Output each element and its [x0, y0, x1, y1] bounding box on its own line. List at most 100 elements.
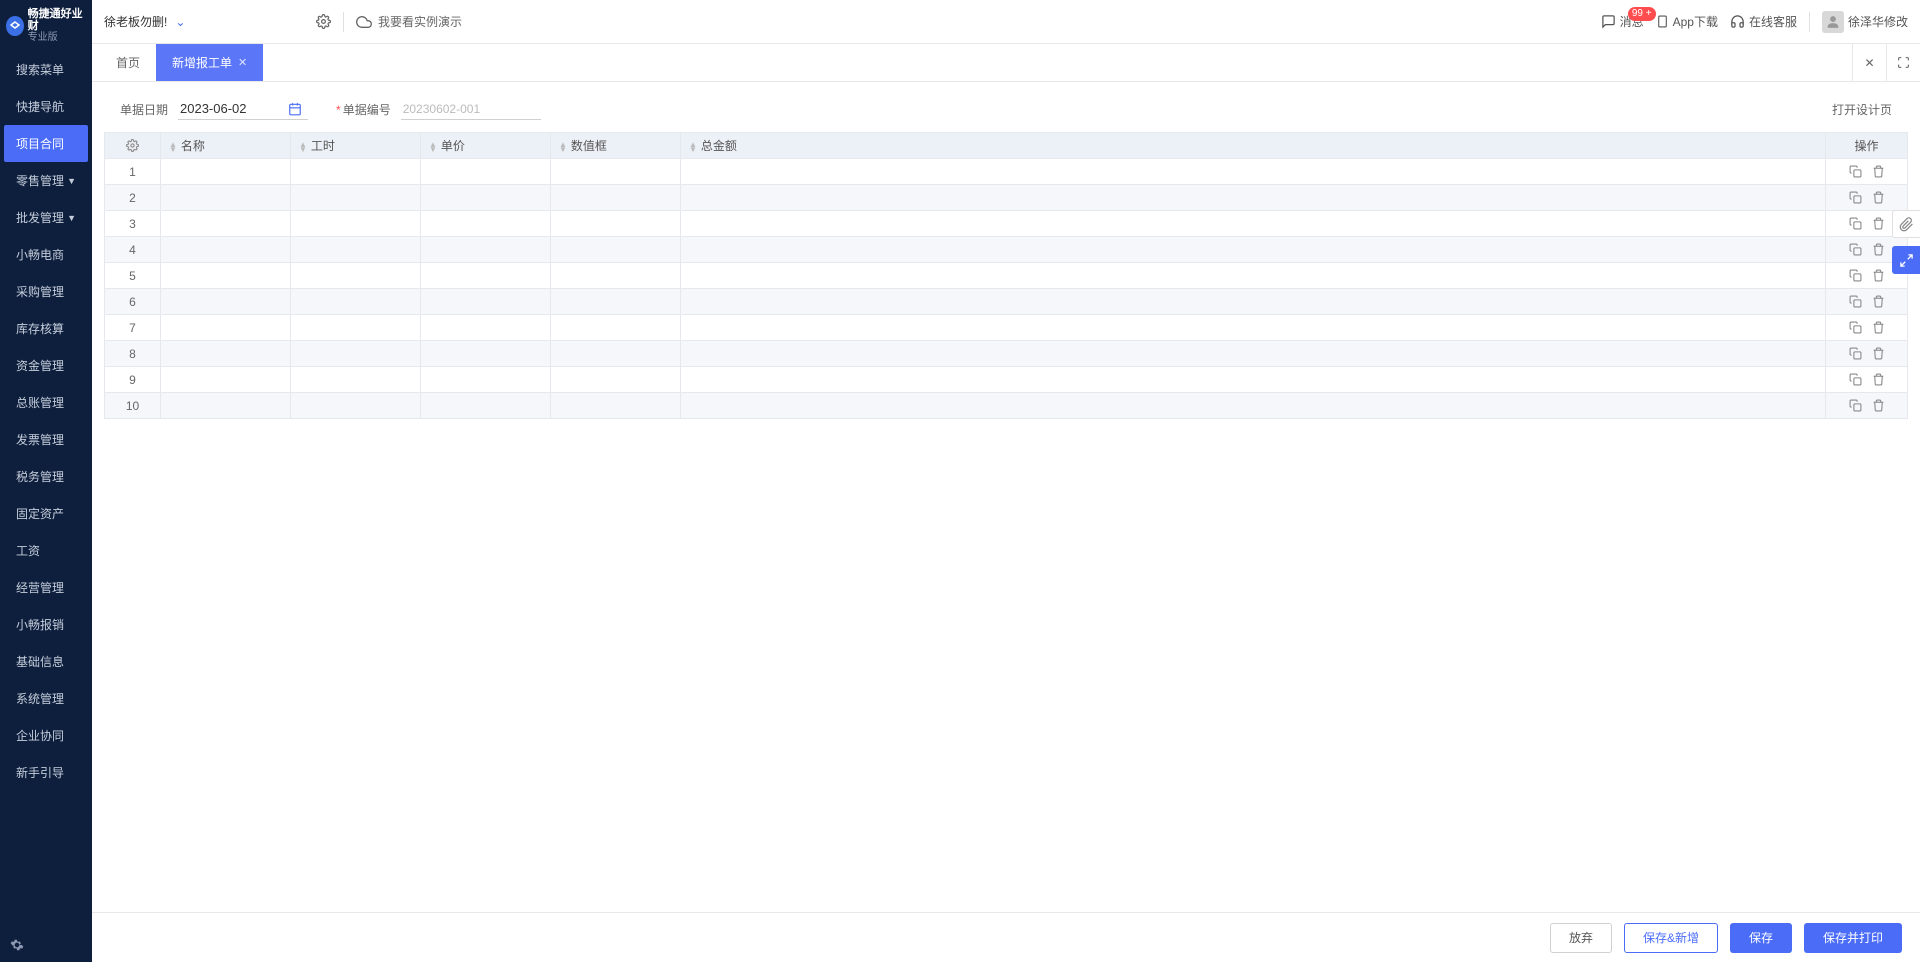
delete-icon[interactable] [1872, 269, 1885, 282]
sidebar-item-17[interactable]: 系统管理 [0, 680, 92, 717]
date-input[interactable] [178, 98, 308, 120]
delete-icon[interactable] [1872, 321, 1885, 334]
docno-input[interactable] [401, 99, 541, 120]
column-settings[interactable] [105, 133, 161, 159]
sidebar-item-label: 小畅电商 [16, 246, 64, 263]
footer: 放弃 保存&新增 保存 保存并打印 [92, 912, 1920, 962]
sidebar-item-label: 库存核算 [16, 320, 64, 337]
col-hours[interactable]: ▲▼工时 [291, 133, 421, 159]
customer-service-button[interactable]: 在线客服 [1730, 13, 1797, 30]
delete-icon[interactable] [1872, 347, 1885, 360]
expand-icon[interactable] [1892, 246, 1920, 274]
table-row[interactable]: 9 [105, 367, 1908, 393]
user-menu[interactable]: 徐泽华修改 [1822, 11, 1908, 33]
tab-1[interactable]: 新增报工单✕ [156, 44, 263, 81]
username: 徐泽华修改 [1848, 13, 1908, 30]
delete-icon[interactable] [1872, 217, 1885, 230]
sidebar-item-label: 小畅报销 [16, 616, 64, 633]
sidebar-item-19[interactable]: 新手引导 [0, 754, 92, 791]
copy-icon[interactable] [1849, 347, 1862, 360]
headset-icon [1730, 14, 1745, 29]
table-row[interactable]: 6 [105, 289, 1908, 315]
save-print-button[interactable]: 保存并打印 [1804, 923, 1902, 953]
sidebar-item-12[interactable]: 固定资产 [0, 495, 92, 532]
sidebar-item-7[interactable]: 库存核算 [0, 310, 92, 347]
delete-icon[interactable] [1872, 243, 1885, 256]
tab-close-button[interactable]: ✕ [1852, 44, 1886, 81]
sidebar-item-label: 零售管理 [16, 172, 64, 189]
table-row[interactable]: 10 [105, 393, 1908, 419]
messages-button[interactable]: 消息 99 + [1601, 13, 1644, 30]
sidebar-item-8[interactable]: 资金管理 [0, 347, 92, 384]
copy-icon[interactable] [1849, 191, 1862, 204]
sidebar-item-0[interactable]: 搜索菜单 [0, 51, 92, 88]
logo-title: 畅捷通好业财 [28, 8, 86, 32]
tenant-selector[interactable]: 徐老板勿删! ⌄ [104, 13, 304, 30]
sidebar-item-3[interactable]: 零售管理▼ [0, 162, 92, 199]
copy-icon[interactable] [1849, 399, 1862, 412]
sidebar-item-10[interactable]: 发票管理 [0, 421, 92, 458]
sidebar-item-18[interactable]: 企业协同 [0, 717, 92, 754]
copy-icon[interactable] [1849, 165, 1862, 178]
col-total[interactable]: ▲▼总金额 [681, 133, 1826, 159]
table-row[interactable]: 1 [105, 159, 1908, 185]
col-name[interactable]: ▲▼名称 [161, 133, 291, 159]
design-link[interactable]: 打开设计页 [1832, 101, 1892, 118]
attachment-icon[interactable] [1892, 210, 1920, 238]
delete-icon[interactable] [1872, 191, 1885, 204]
settings-icon[interactable] [0, 928, 92, 962]
copy-icon[interactable] [1849, 373, 1862, 386]
sidebar-item-4[interactable]: 批发管理▼ [0, 199, 92, 236]
col-numbox[interactable]: ▲▼数值框 [551, 133, 681, 159]
mobile-icon [1656, 14, 1669, 29]
sidebar-item-9[interactable]: 总账管理 [0, 384, 92, 421]
right-rail [1892, 210, 1920, 274]
sidebar-item-2[interactable]: 项目合同 [4, 125, 88, 162]
sidebar-item-label: 搜索菜单 [16, 61, 64, 78]
save-new-button[interactable]: 保存&新增 [1624, 923, 1718, 953]
sidebar-item-label: 项目合同 [16, 135, 64, 152]
copy-icon[interactable] [1849, 321, 1862, 334]
table: ▲▼名称 ▲▼工时 ▲▼单价 ▲▼数值框 ▲▼总金额 操作 1234567891… [92, 132, 1920, 419]
table-row[interactable]: 5 [105, 263, 1908, 289]
calendar-icon[interactable] [288, 102, 302, 116]
gear-icon[interactable] [316, 14, 331, 29]
sidebar-item-6[interactable]: 采购管理 [0, 273, 92, 310]
table-row[interactable]: 3 [105, 211, 1908, 237]
sidebar-item-15[interactable]: 小畅报销 [0, 606, 92, 643]
delete-icon[interactable] [1872, 295, 1885, 308]
save-button[interactable]: 保存 [1730, 923, 1792, 953]
close-icon[interactable]: ✕ [238, 56, 247, 69]
app-download-button[interactable]: App下载 [1656, 13, 1718, 30]
table-row[interactable]: 7 [105, 315, 1908, 341]
logo-icon [6, 16, 24, 36]
sidebar-item-13[interactable]: 工资 [0, 532, 92, 569]
col-price[interactable]: ▲▼单价 [421, 133, 551, 159]
delete-icon[interactable] [1872, 165, 1885, 178]
discard-button[interactable]: 放弃 [1550, 923, 1612, 953]
sidebar-item-label: 采购管理 [16, 283, 64, 300]
avatar [1822, 11, 1844, 33]
table-row[interactable]: 4 [105, 237, 1908, 263]
tab-0[interactable]: 首页 [100, 44, 156, 81]
sidebar-item-11[interactable]: 税务管理 [0, 458, 92, 495]
sidebar-item-14[interactable]: 经营管理 [0, 569, 92, 606]
delete-icon[interactable] [1872, 373, 1885, 386]
copy-icon[interactable] [1849, 295, 1862, 308]
table-row[interactable]: 8 [105, 341, 1908, 367]
copy-icon[interactable] [1849, 217, 1862, 230]
tenant-name: 徐老板勿删! [104, 13, 167, 30]
sidebar-item-5[interactable]: 小畅电商 [0, 236, 92, 273]
date-field: 单据日期 [120, 98, 308, 120]
cloud-icon [356, 14, 372, 30]
sidebar-item-16[interactable]: 基础信息 [0, 643, 92, 680]
delete-icon[interactable] [1872, 399, 1885, 412]
sidebar-item-label: 系统管理 [16, 690, 64, 707]
demo-link[interactable]: 我要看实例演示 [356, 13, 462, 30]
sidebar-item-1[interactable]: 快捷导航 [0, 88, 92, 125]
copy-icon[interactable] [1849, 243, 1862, 256]
docno-label: 单据编号 [343, 103, 391, 117]
fullscreen-button[interactable] [1886, 44, 1920, 81]
table-row[interactable]: 2 [105, 185, 1908, 211]
copy-icon[interactable] [1849, 269, 1862, 282]
